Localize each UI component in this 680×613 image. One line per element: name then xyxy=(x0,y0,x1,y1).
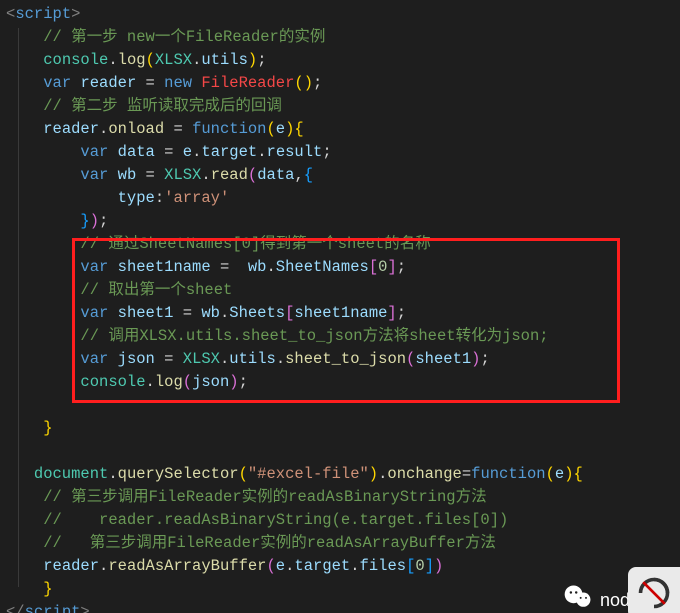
code-line: // 第三步调用FileReader实例的readAsBinaryString方… xyxy=(6,486,674,509)
wechat-icon xyxy=(562,581,594,613)
code-line: // 第三步调用FileReader实例的readAsArrayBuffer方法 xyxy=(6,532,674,555)
code-line: // reader.readAsBinaryString(e.target.fi… xyxy=(6,509,674,532)
code-line: // 通过SheetNames[0]得到第一个sheet的名称 xyxy=(6,233,674,256)
code-line: } xyxy=(6,417,674,440)
code-line: var reader = new FileReader(); xyxy=(6,72,674,95)
code-line xyxy=(6,394,674,417)
code-line: document.querySelector("#excel-file").on… xyxy=(6,463,674,486)
code-line: var sheet1name = wb.SheetNames[0]; xyxy=(6,256,674,279)
code-line: // 调用XLSX.utils.sheet_to_json方法将sheet转化为… xyxy=(6,325,674,348)
code-line: // 第二步 监听读取完成后的回调 xyxy=(6,95,674,118)
code-line: reader.onload = function(e){ xyxy=(6,118,674,141)
code-line: var wb = XLSX.read(data,{ xyxy=(6,164,674,187)
code-line: var sheet1 = wb.Sheets[sheet1name]; xyxy=(6,302,674,325)
code-line: var json = XLSX.utils.sheet_to_json(shee… xyxy=(6,348,674,371)
code-line: console.log(XLSX.utils); xyxy=(6,49,674,72)
code-line xyxy=(6,440,674,463)
code-editor[interactable]: <script> // 第一步 new一个FileReader的实例 conso… xyxy=(0,0,680,613)
code-line: reader.readAsArrayBuffer(e.target.files[… xyxy=(6,555,674,578)
corner-logo xyxy=(628,567,680,613)
code-line: // 第一步 new一个FileReader的实例 xyxy=(6,26,674,49)
code-line: type:'array' xyxy=(6,187,674,210)
code-line: }); xyxy=(6,210,674,233)
code-line: <script> xyxy=(6,3,674,26)
code-line: var data = e.target.result; xyxy=(6,141,674,164)
code-line: console.log(json); xyxy=(6,371,674,394)
code-line: // 取出第一个sheet xyxy=(6,279,674,302)
